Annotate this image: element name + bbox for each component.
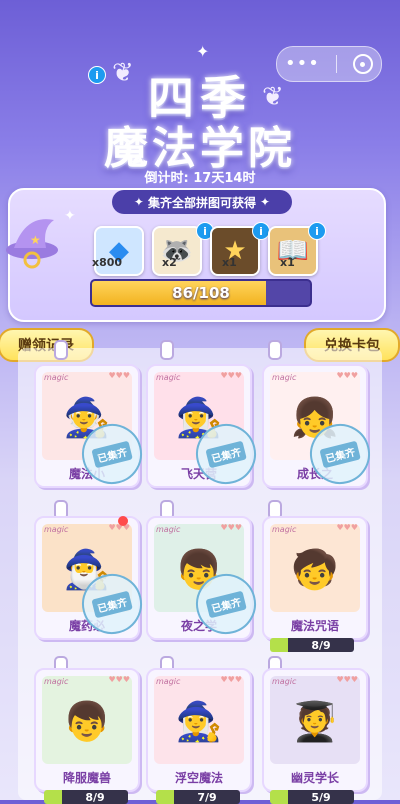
notification-dot bbox=[118, 516, 128, 526]
card-label: magic bbox=[44, 677, 69, 686]
countdown-text: 倒计时: 17天14时 bbox=[144, 171, 256, 186]
heart-icon: ♥♥♥ bbox=[220, 523, 242, 532]
heart-icon: ♥♥♥ bbox=[108, 371, 130, 380]
card-label: magic bbox=[272, 525, 297, 534]
reward-qty: x800 bbox=[92, 256, 123, 269]
raccoon-icon: 🦝 bbox=[152, 226, 202, 276]
reward-qty: x2 bbox=[162, 256, 177, 269]
card-label: magic bbox=[156, 525, 181, 534]
card-label: magic bbox=[44, 525, 69, 534]
card[interactable]: 🧙‍♀️ magic ♥♥♥ 浮空魔法 bbox=[146, 668, 252, 792]
card-name: 魔法咒语 bbox=[290, 619, 339, 633]
svg-text:★: ★ bbox=[30, 233, 41, 247]
card-label: magic bbox=[272, 677, 297, 686]
student-icon: 🧑‍🎓 bbox=[291, 699, 339, 744]
heart-icon: ♥♥♥ bbox=[220, 675, 242, 684]
card-count-badge: 5/9 bbox=[270, 790, 354, 804]
reward-qty: x1 bbox=[222, 256, 237, 269]
card-label: magic bbox=[156, 677, 181, 686]
card-name: 幽灵学长 bbox=[290, 771, 339, 785]
info-icon[interactable]: i bbox=[308, 222, 326, 240]
collect-banner-text: 集齐全部拼图可获得 bbox=[147, 195, 256, 210]
card[interactable]: 👦 magic ♥♥♥ 降服魔兽 bbox=[34, 668, 140, 792]
heart-icon: ♥♥♥ bbox=[108, 675, 130, 684]
wizard-hat-icon: ★ bbox=[2, 210, 62, 270]
card-count-badge: 7/9 bbox=[156, 790, 240, 804]
heart-icon: ♥♥♥ bbox=[336, 371, 358, 380]
stamp-text: 已集齐 bbox=[205, 440, 247, 468]
card[interactable]: 🧑‍🎓 magic ♥♥♥ 幽灵学长 bbox=[262, 668, 368, 792]
stamp-text: 已集齐 bbox=[205, 590, 247, 618]
sparkle-icon: ✦ bbox=[196, 42, 210, 61]
sparkle-icon: ✦ bbox=[260, 195, 271, 209]
card[interactable]: 🧒 magic ♥♥♥ 魔法咒语 bbox=[262, 516, 368, 640]
card-name: 降服魔兽 bbox=[62, 771, 111, 785]
heart-icon: ♥♥♥ bbox=[336, 675, 358, 684]
ring-decoration bbox=[268, 340, 282, 360]
card-label: magic bbox=[156, 373, 181, 382]
progress-text: 86/108 bbox=[172, 284, 230, 302]
collect-banner: ✦ 集齐全部拼图可获得 ✦ bbox=[112, 190, 292, 214]
stamp-text: 已集齐 bbox=[319, 440, 361, 468]
card-name: 浮空魔法 bbox=[174, 771, 223, 785]
card-count-badge: 8/9 bbox=[270, 638, 354, 652]
stamp-text: 已集齐 bbox=[91, 590, 133, 618]
ring-decoration bbox=[54, 340, 68, 360]
card-illustration: 👦 bbox=[42, 676, 132, 764]
stamp-text: 已集齐 bbox=[91, 440, 133, 468]
heart-icon: ♥♥♥ bbox=[220, 371, 242, 380]
card-label: magic bbox=[272, 373, 297, 382]
card-label: magic bbox=[44, 373, 69, 382]
reward-qty: x1 bbox=[280, 256, 295, 269]
reward-item[interactable]: 🦝 x2 bbox=[152, 226, 202, 276]
card-illustration: 🧑‍🎓 bbox=[270, 676, 360, 764]
witch-icon: 🧙‍♀️ bbox=[175, 699, 223, 744]
boy-icon: 👦 bbox=[63, 699, 111, 744]
card-illustration: 🧙‍♀️ bbox=[154, 676, 244, 764]
heart-icon: ♥♥♥ bbox=[336, 523, 358, 532]
ring-decoration bbox=[160, 340, 174, 360]
reward-item[interactable]: ◆ x800 bbox=[92, 226, 144, 276]
sparkle-icon: ✦ bbox=[133, 195, 144, 209]
wizard-icon: 🧒 bbox=[291, 547, 339, 592]
card-illustration: 🧒 bbox=[270, 524, 360, 612]
card-count-badge: 8/9 bbox=[44, 790, 128, 804]
sparkle-icon: ✦ bbox=[64, 208, 76, 224]
